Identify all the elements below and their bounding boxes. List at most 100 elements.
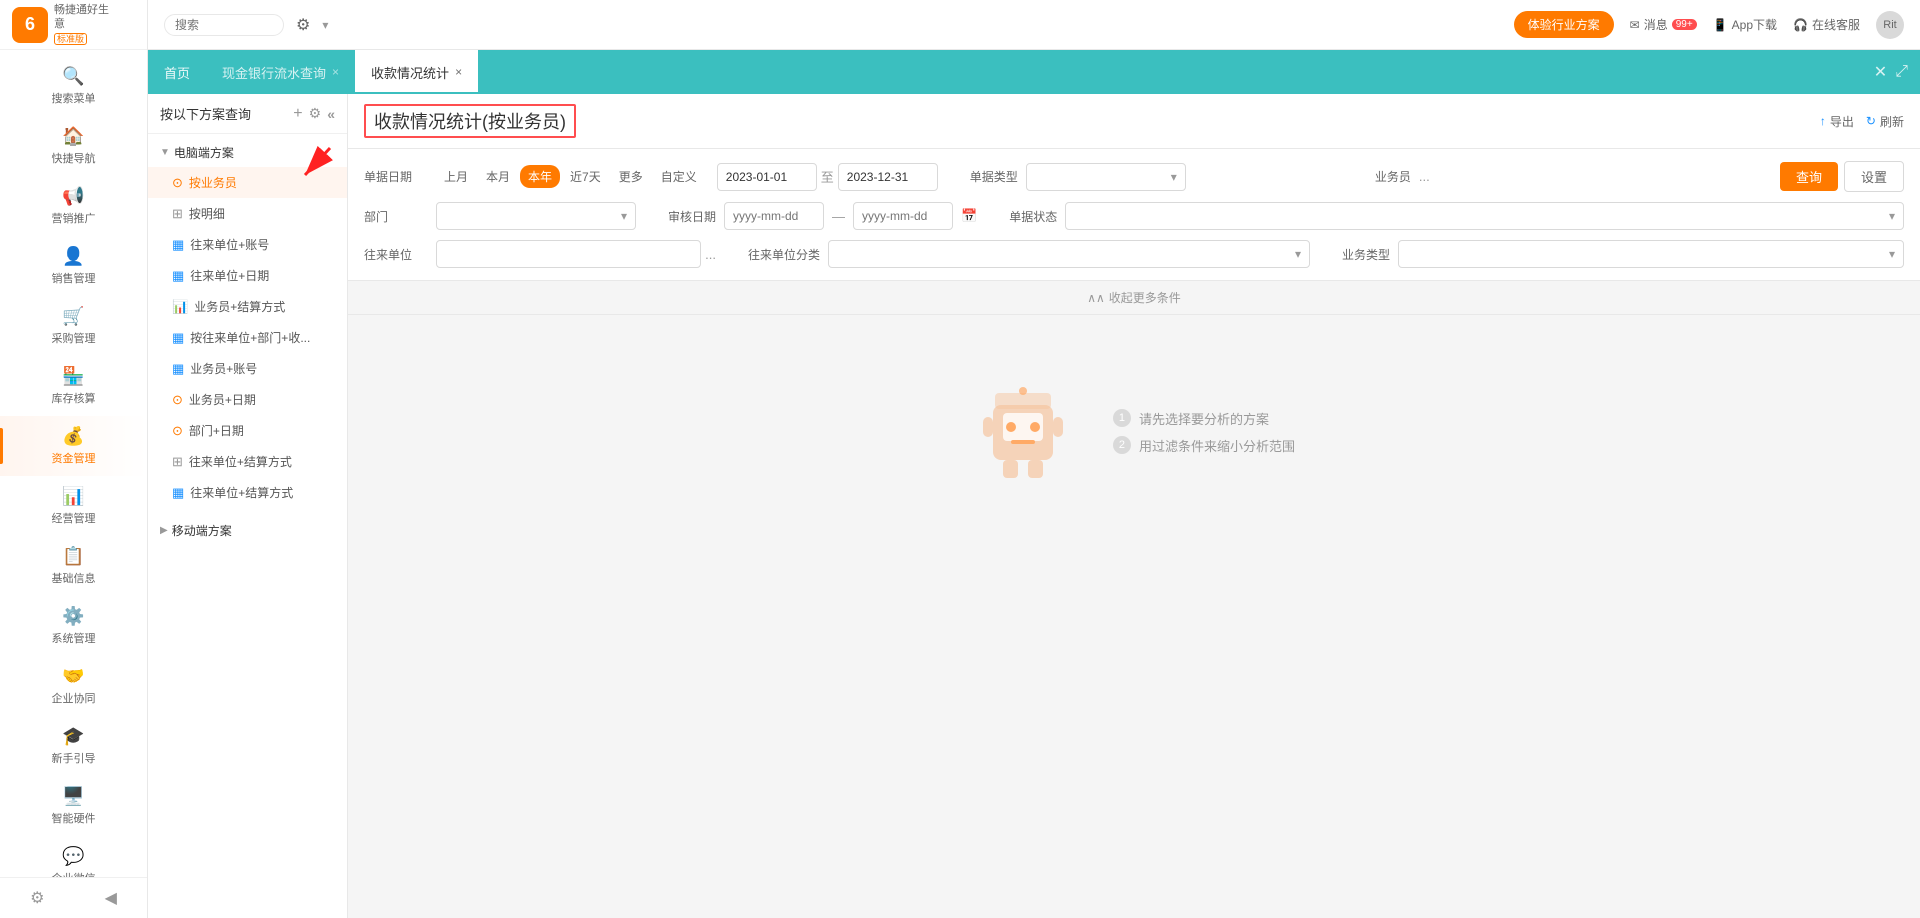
sidebar-item-operation[interactable]: 📊 经营管理: [0, 476, 147, 536]
left-panel-title: 按以下方案查询: [160, 104, 251, 123]
collapse-icon: ∧∧: [1087, 291, 1105, 305]
left-panel-add-btn[interactable]: +: [293, 105, 302, 123]
partner-date-icon: ▦: [172, 268, 184, 284]
tree-item-by-dept-date[interactable]: ⊙ 部门+日期: [148, 415, 347, 446]
message-action[interactable]: ✉ 消息 99+: [1630, 16, 1697, 33]
sidebar-item-capital[interactable]: 💰 资金管理: [0, 416, 147, 476]
sidebar-item-purchase[interactable]: 🛒 采购管理: [0, 296, 147, 356]
sidebar-item-basic[interactable]: 📋 基础信息: [0, 536, 147, 596]
tree-item-by-partner-settle1[interactable]: ⊞ 往来单位+结算方式: [148, 446, 347, 477]
partner-category-select[interactable]: ▾: [828, 240, 1310, 268]
system-icon: ⚙️: [62, 606, 84, 627]
sidebar-item-quick-nav[interactable]: 🏠 快捷导航: [0, 116, 147, 176]
page-title-area: 收款情况统计(按业务员): [364, 104, 576, 138]
biz-type-select[interactable]: ▾: [1398, 240, 1904, 268]
collapse-bar[interactable]: ∧∧ 收起更多条件: [348, 281, 1920, 315]
trial-button[interactable]: 体验行业方案: [1514, 11, 1614, 38]
partner-more-btn[interactable]: ...: [705, 247, 716, 262]
gear-icon[interactable]: ⚙: [296, 15, 310, 35]
query-button[interactable]: 查询: [1780, 162, 1838, 191]
tree-section-mobile: ▶ 移动端方案: [148, 512, 347, 549]
dept-select[interactable]: ▾: [436, 202, 636, 230]
doc-type-label: 单据类型: [970, 168, 1018, 185]
review-date-to-input[interactable]: [853, 202, 953, 230]
tree-item-by-salesperson-account[interactable]: ▦ 业务员+账号: [148, 353, 347, 384]
message-badge: 99+: [1672, 19, 1697, 30]
sidebar-footer: ⚙ ◀: [0, 877, 147, 918]
tab-prev-month[interactable]: 上月: [436, 165, 476, 188]
date-from-input[interactable]: [717, 163, 817, 191]
sidebar-item-hardware[interactable]: 🖥️ 智能硬件: [0, 776, 147, 836]
date-separator: 至: [821, 167, 834, 186]
sidebar-collapse-btn[interactable]: ◀: [105, 888, 117, 908]
sidebar-item-marketing[interactable]: 📢 营销推广: [0, 176, 147, 236]
refresh-button[interactable]: ↻ 刷新: [1866, 113, 1904, 130]
logo-text: 畅捷通好生 意 标准版: [54, 3, 109, 46]
online-service-action[interactable]: 🎧 在线客服: [1793, 16, 1860, 33]
sidebar-nav: 🔍 搜索菜单 🏠 快捷导航 📢 营销推广 👤 销售管理 🛒 采购管理 🏪 库存核…: [0, 50, 147, 877]
inventory-icon: 🏪: [62, 366, 84, 387]
review-date-cal-icon[interactable]: 📅: [961, 208, 977, 224]
doc-type-select[interactable]: ▾: [1026, 163, 1186, 191]
tab-bar: 首页 现金银行流水查询 × 收款情况统计 × ✕ ⤢: [148, 50, 1920, 94]
tree-item-by-detail[interactable]: ⊞ 按明细: [148, 198, 347, 229]
sidebar-settings-btn[interactable]: ⚙: [30, 888, 44, 908]
tab-this-year[interactable]: 本年: [520, 165, 560, 188]
partner-category-label: 往来单位分类: [748, 246, 820, 263]
tree-item-by-partner-date[interactable]: ▦ 往来单位+日期: [148, 260, 347, 291]
sidebar-item-system[interactable]: ⚙️ 系统管理: [0, 596, 147, 656]
wechat-icon: 💬: [62, 846, 84, 867]
page-header: 收款情况统计(按业务员) ↑ 导出 ↻ 刷新: [348, 94, 1920, 149]
doc-status-select[interactable]: ▾: [1065, 202, 1904, 230]
dept-arrow-icon: ▾: [621, 209, 627, 223]
app-download-action[interactable]: 📱 App下载: [1713, 16, 1777, 33]
empty-illustration: [973, 375, 1073, 488]
tab-home[interactable]: 首页: [148, 50, 206, 94]
export-button[interactable]: ↑ 导出: [1820, 113, 1854, 130]
sidebar-item-enterprise[interactable]: 🤝 企业协同: [0, 656, 147, 716]
doc-status-group: 单据状态 ▾: [1009, 202, 1904, 230]
tab-custom[interactable]: 自定义: [653, 165, 705, 188]
tree-section-mobile-header[interactable]: ▶ 移动端方案: [148, 516, 347, 545]
tab-this-month[interactable]: 本月: [478, 165, 518, 188]
tab-close-bank-flow[interactable]: ×: [332, 65, 339, 79]
tree-item-by-partner-settle2[interactable]: ▦ 往来单位+结算方式: [148, 477, 347, 508]
sidebar-item-sales[interactable]: 👤 销售管理: [0, 236, 147, 296]
tree-item-by-salesperson-date[interactable]: ⊙ 业务员+日期: [148, 384, 347, 415]
dropdown-arrow-icon[interactable]: ▾: [322, 18, 328, 32]
partner-settle1-icon: ⊞: [172, 454, 183, 470]
doc-status-label: 单据状态: [1009, 208, 1057, 225]
quick-nav-icon: 🏠: [62, 126, 84, 147]
sidebar-item-guide[interactable]: 🎓 新手引导: [0, 716, 147, 776]
maximize-window-icon[interactable]: ⤢: [1895, 63, 1908, 81]
search-input[interactable]: [164, 14, 284, 36]
close-window-icon[interactable]: ✕: [1874, 62, 1887, 82]
sidebar-item-inventory[interactable]: 🏪 库存核算: [0, 356, 147, 416]
user-avatar[interactable]: Rit: [1876, 11, 1904, 39]
tab-more[interactable]: 更多: [611, 165, 651, 188]
tab-collection-stats[interactable]: 收款情况统计 ×: [355, 50, 478, 94]
marketing-icon: 📢: [62, 186, 84, 207]
tree-item-by-salesperson[interactable]: ⊙ 按业务员: [148, 167, 347, 198]
settings-button[interactable]: 设置: [1844, 161, 1904, 192]
date-to-input[interactable]: [838, 163, 938, 191]
mobile-section-toggle: ▶: [160, 525, 168, 536]
tab-close-collection-stats[interactable]: ×: [455, 65, 462, 79]
sidebar-item-search-menu[interactable]: 🔍 搜索菜单: [0, 56, 147, 116]
sidebar-item-wechat[interactable]: 💬 企业微信: [0, 836, 147, 877]
salesperson-more-btn[interactable]: ...: [1419, 169, 1430, 184]
tab-last7[interactable]: 近7天: [562, 165, 609, 188]
salesperson-account-icon: ▦: [172, 361, 184, 377]
review-date-from-input[interactable]: [724, 202, 824, 230]
page-area: 按以下方案查询 + ⚙ « ▼ 电脑端方案 ⊙ 按业务员 ⊞ 按: [148, 94, 1920, 918]
logo-icon: 6: [12, 7, 48, 43]
basic-icon: 📋: [62, 546, 84, 567]
partner-input[interactable]: [436, 240, 701, 268]
left-panel-collapse-btn[interactable]: «: [327, 106, 335, 122]
left-panel-settings-btn[interactable]: ⚙: [309, 105, 322, 122]
tree-item-by-partner-dept[interactable]: ▦ 按往来单位+部门+收...: [148, 322, 347, 353]
tab-bank-flow[interactable]: 现金银行流水查询 ×: [206, 50, 355, 94]
tree-section-desktop-header[interactable]: ▼ 电脑端方案: [148, 138, 347, 167]
tree-item-by-partner-account[interactable]: ▦ 往来单位+账号: [148, 229, 347, 260]
tree-item-by-salesperson-settle[interactable]: 📊 业务员+结算方式: [148, 291, 347, 322]
